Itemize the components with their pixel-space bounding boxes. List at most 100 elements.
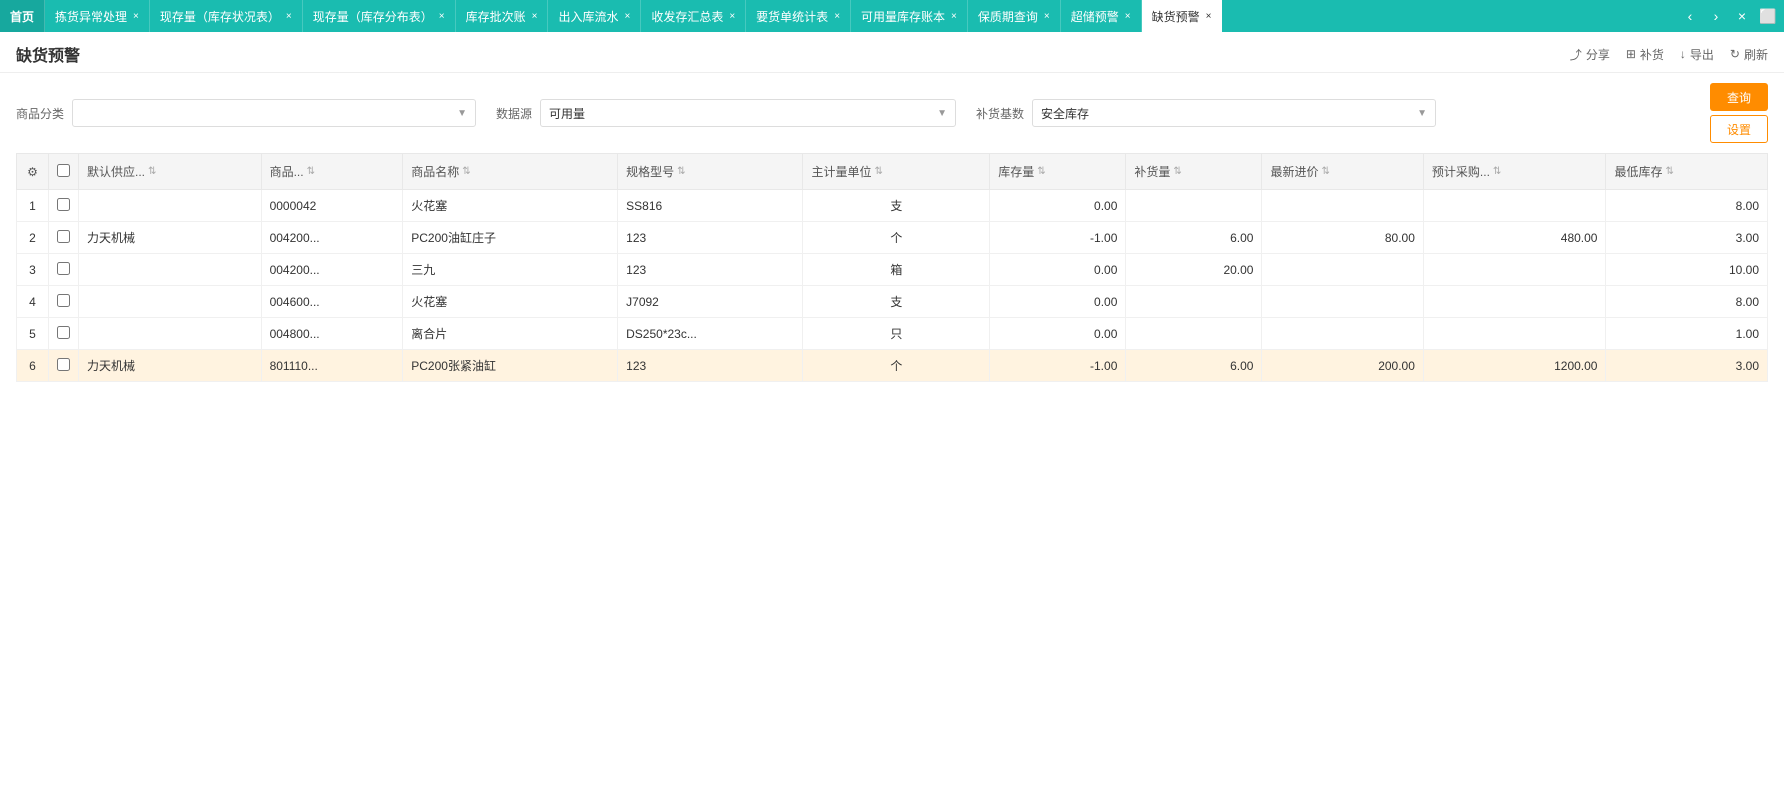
- stock-label: 库存量: [998, 163, 1034, 180]
- close-icon[interactable]: ×: [729, 11, 735, 22]
- tab-label: 库存批次账: [466, 8, 526, 25]
- product-code-header[interactable]: 商品... ⇅: [261, 154, 403, 190]
- tab-expiry-query[interactable]: 保质期查询 ×: [968, 0, 1061, 32]
- replenish-base-filter: 补货基数 安全库存 ▼: [976, 99, 1436, 127]
- close-icon[interactable]: ×: [1206, 11, 1212, 22]
- close-icon[interactable]: ×: [532, 11, 538, 22]
- header-actions: ⤴ 分享 ⊞ 补货 ↓ 导出 ↻ 刷新: [1570, 46, 1768, 63]
- row-product-code: 801110...: [261, 350, 403, 382]
- supplier-header[interactable]: 默认供应... ⇅: [79, 154, 262, 190]
- supplier-label: 默认供应...: [87, 163, 145, 180]
- row-checkbox[interactable]: [57, 326, 70, 339]
- tab-inventory-dist[interactable]: 现存量（库存分布表） ×: [303, 0, 456, 32]
- row-replenish: [1126, 190, 1262, 222]
- table-row: 1 0000042 火花塞 SS816 支 0.00 8.00: [17, 190, 1768, 222]
- category-filter: 商品分类 ▼: [16, 99, 476, 127]
- tab-label: 拣货异常处理: [55, 8, 127, 25]
- row-checkbox-cell: [49, 350, 79, 382]
- close-icon[interactable]: ×: [1125, 11, 1131, 22]
- row-stock: 0.00: [990, 254, 1126, 286]
- gear-icon[interactable]: ⚙: [27, 165, 38, 179]
- share-button[interactable]: ⤴ 分享: [1570, 46, 1610, 63]
- table-container: ⚙ 默认供应... ⇅ 商品... ⇅: [0, 153, 1784, 382]
- tab-order-stats[interactable]: 要货单统计表 ×: [746, 0, 851, 32]
- tab-home[interactable]: 首页: [0, 0, 45, 32]
- sort-icon: ⇅: [1493, 166, 1501, 177]
- replenish-label: 补货量: [1134, 163, 1170, 180]
- nav-next-button[interactable]: ›: [1704, 4, 1728, 28]
- row-unit: 个: [803, 222, 990, 254]
- row-est-purchase: 480.00: [1423, 222, 1606, 254]
- close-icon[interactable]: ×: [1044, 11, 1050, 22]
- row-replenish: [1126, 286, 1262, 318]
- table-row: 3 004200... 三九 123 箱 0.00 20.00 10.00: [17, 254, 1768, 286]
- query-button[interactable]: 查询: [1710, 83, 1768, 111]
- nav-restore-button[interactable]: ⬜: [1756, 4, 1780, 28]
- row-checkbox[interactable]: [57, 358, 70, 371]
- product-code-label: 商品...: [270, 163, 304, 180]
- refresh-label: 刷新: [1744, 46, 1768, 63]
- row-product-code: 004600...: [261, 286, 403, 318]
- datasource-select[interactable]: 可用量 ▼: [540, 99, 956, 127]
- share-icon: ⤴: [1570, 46, 1582, 63]
- row-index: 1: [17, 190, 49, 222]
- est-purchase-header[interactable]: 预计采购... ⇅: [1423, 154, 1606, 190]
- row-spec: SS816: [618, 190, 803, 222]
- row-checkbox[interactable]: [57, 230, 70, 243]
- product-name-header[interactable]: 商品名称 ⇅: [403, 154, 618, 190]
- close-icon[interactable]: ×: [439, 11, 445, 22]
- row-unit: 支: [803, 286, 990, 318]
- row-checkbox[interactable]: [57, 294, 70, 307]
- close-icon[interactable]: ×: [286, 11, 292, 22]
- row-checkbox[interactable]: [57, 262, 70, 275]
- replenish-base-value: 安全库存: [1041, 105, 1089, 122]
- min-stock-label: 最低库存: [1614, 163, 1662, 180]
- replenish-base-select[interactable]: 安全库存 ▼: [1032, 99, 1436, 127]
- datasource-value: 可用量: [549, 105, 585, 122]
- nav-close-button[interactable]: ×: [1730, 4, 1754, 28]
- chevron-down-icon: ▼: [937, 108, 947, 119]
- category-label: 商品分类: [16, 105, 64, 122]
- category-select[interactable]: ▼: [72, 99, 476, 127]
- page-header: 缺货预警 ⤴ 分享 ⊞ 补货 ↓ 导出 ↻ 刷新: [0, 32, 1784, 73]
- refresh-button[interactable]: ↻ 刷新: [1730, 46, 1768, 63]
- row-unit: 支: [803, 190, 990, 222]
- tab-shortage[interactable]: 缺货预警 ×: [1142, 0, 1223, 32]
- close-icon[interactable]: ×: [951, 11, 957, 22]
- tab-in-out-flow[interactable]: 出入库流水 ×: [548, 0, 641, 32]
- select-all-checkbox[interactable]: [57, 164, 70, 177]
- close-icon[interactable]: ×: [624, 11, 630, 22]
- unit-header[interactable]: 主计量单位 ⇅: [803, 154, 990, 190]
- product-name-label: 商品名称: [411, 163, 459, 180]
- tab-overstock[interactable]: 超储预警 ×: [1061, 0, 1142, 32]
- tab-collect-summary[interactable]: 收发存汇总表 ×: [641, 0, 746, 32]
- spec-label: 规格型号: [626, 163, 674, 180]
- table-row: 5 004800... 离合片 DS250*23c... 只 0.00 1.00: [17, 318, 1768, 350]
- spec-header[interactable]: 规格型号 ⇅: [618, 154, 803, 190]
- row-min-stock: 10.00: [1606, 254, 1768, 286]
- settings-button[interactable]: 设置: [1710, 115, 1768, 143]
- min-stock-header[interactable]: 最低库存 ⇅: [1606, 154, 1768, 190]
- close-icon[interactable]: ×: [834, 11, 840, 22]
- export-button[interactable]: ↓ 导出: [1680, 46, 1714, 63]
- filter-buttons: 查询 设置: [1710, 83, 1768, 143]
- close-icon[interactable]: ×: [133, 11, 139, 22]
- tab-home-label: 首页: [10, 8, 34, 25]
- tab-inventory-status[interactable]: 现存量（库存状况表） ×: [150, 0, 303, 32]
- tab-batch-account[interactable]: 库存批次账 ×: [456, 0, 549, 32]
- export-label: 导出: [1690, 46, 1714, 63]
- sort-icon: ⇅: [1037, 166, 1045, 177]
- row-min-stock: 3.00: [1606, 350, 1768, 382]
- latest-price-header[interactable]: 最新进价 ⇅: [1262, 154, 1423, 190]
- row-checkbox-cell: [49, 190, 79, 222]
- row-supplier: [79, 190, 262, 222]
- replenish-header[interactable]: 补货量 ⇅: [1126, 154, 1262, 190]
- tab-defect-handle[interactable]: 拣货异常处理 ×: [45, 0, 150, 32]
- nav-prev-button[interactable]: ‹: [1678, 4, 1702, 28]
- sort-icon: ⇅: [875, 166, 883, 177]
- nav-tabs: 首页 拣货异常处理 × 现存量（库存状况表） × 现存量（库存分布表） × 库存…: [0, 0, 1784, 32]
- tab-available-ledger[interactable]: 可用量库存账本 ×: [851, 0, 968, 32]
- replenish-button[interactable]: ⊞ 补货: [1626, 46, 1664, 63]
- stock-header[interactable]: 库存量 ⇅: [990, 154, 1126, 190]
- row-checkbox[interactable]: [57, 198, 70, 211]
